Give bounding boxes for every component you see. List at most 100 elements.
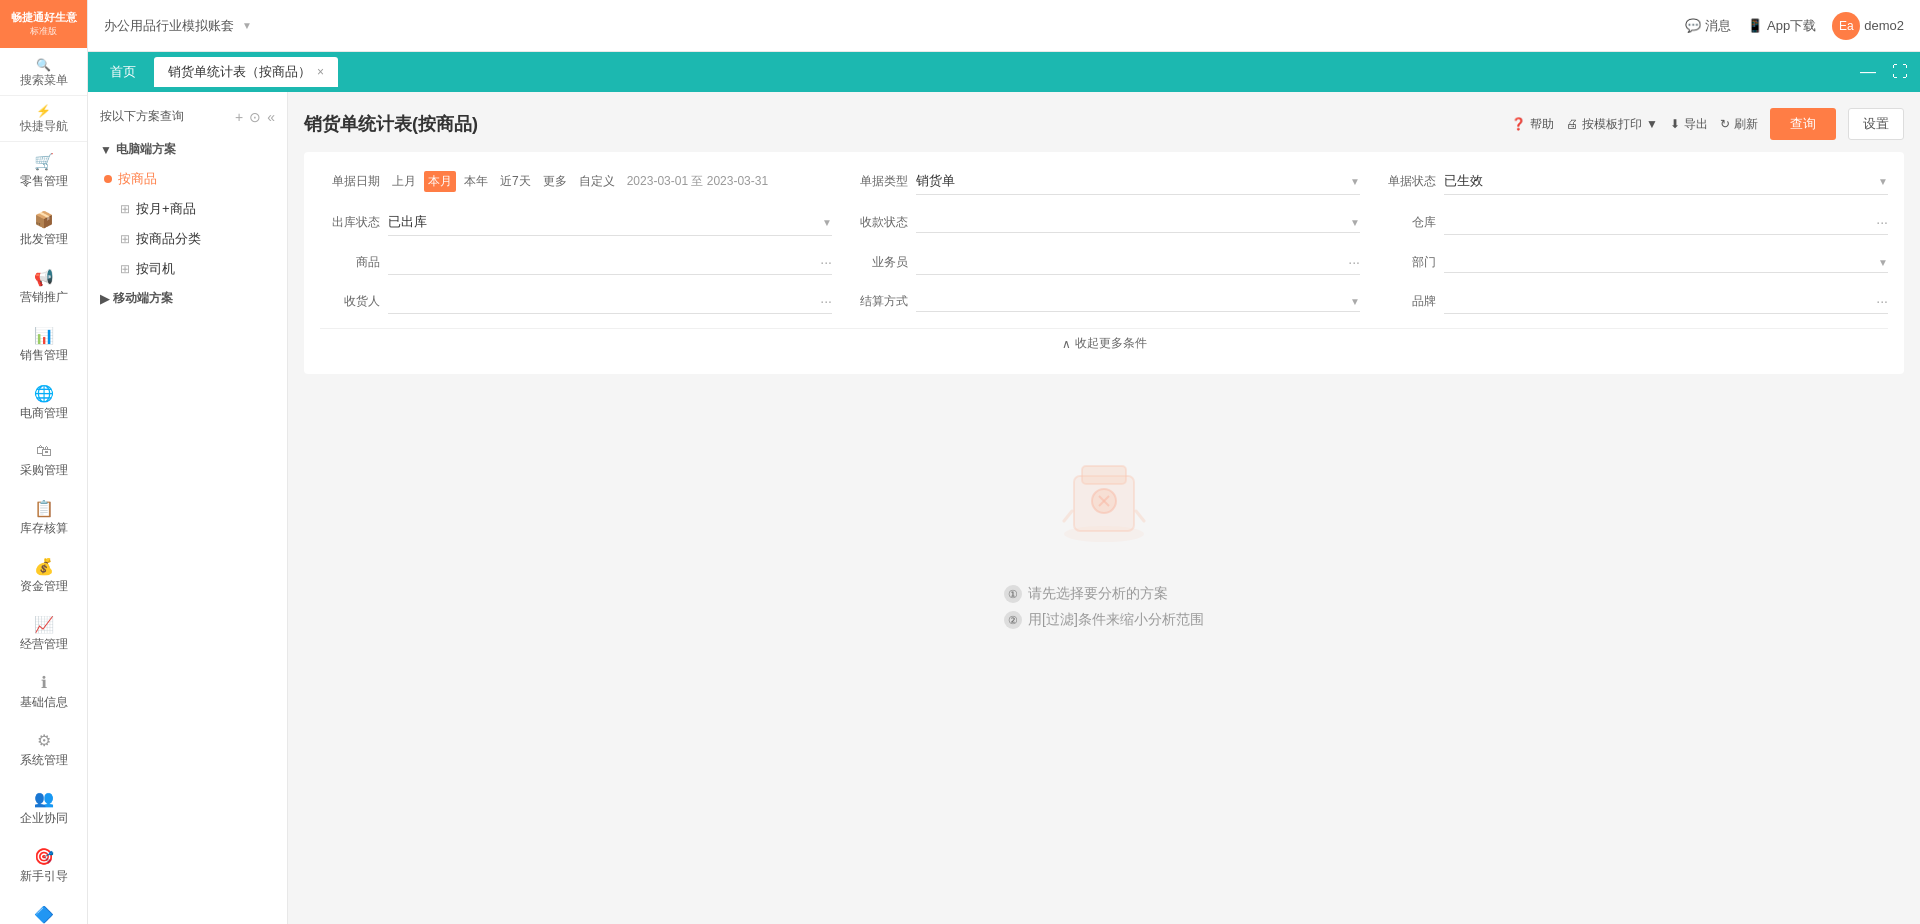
date-tab-this-month[interactable]: 本月 (424, 171, 456, 192)
payment-method-select[interactable]: ▼ (916, 292, 1360, 312)
sidebar-item-5[interactable]: 📊 销售管理 (20, 316, 68, 374)
collapse-btn[interactable]: ∧ 收起更多条件 (1062, 335, 1147, 352)
date-tab-custom[interactable]: 自定义 (575, 171, 619, 192)
tip-text-2: 用[过滤]条件来缩小分析范围 (1028, 611, 1204, 629)
query-btn[interactable]: 查询 (1770, 108, 1836, 140)
dept-label: 部门 (1376, 254, 1436, 271)
logo-text: 畅捷通好生意 (11, 10, 77, 25)
dept-select[interactable]: ▼ (1444, 253, 1888, 273)
date-tab-last-month[interactable]: 上月 (388, 171, 420, 192)
dept-arrow: ▼ (1878, 257, 1888, 268)
sidebar-item-10[interactable]: 📈 经营管理 (20, 605, 68, 663)
filter-row-1: 单据日期 上月 本月 本年 近7天 更多 自定义 2023-03-01 至 20… (320, 168, 1888, 195)
tab-maximize-btn[interactable]: ⛶ (1888, 61, 1912, 83)
menu-label-13: 企业协同 (20, 810, 68, 827)
scheme-item-goods[interactable]: 按商品 (88, 164, 287, 194)
doc-type-select[interactable]: 销货单 ▼ (916, 168, 1360, 195)
list-icon: ⊞ (120, 232, 130, 246)
warehouse-select[interactable]: ··· (1444, 210, 1888, 235)
menu-label-3: 批发管理 (20, 231, 68, 248)
refresh-btn[interactable]: ↻ 刷新 (1720, 116, 1758, 133)
app-title: 办公用品行业模拟账套 (104, 17, 234, 35)
sidebar-item-8[interactable]: 📋 库存核算 (20, 489, 68, 547)
receiver-select[interactable]: ··· (388, 289, 832, 314)
menu-label-10: 经营管理 (20, 636, 68, 653)
help-btn[interactable]: ❓ 帮助 (1511, 116, 1554, 133)
brand-dots[interactable]: ··· (1876, 293, 1888, 309)
goods-label: 商品 (320, 254, 380, 271)
sidebar-item-3[interactable]: 📦 批发管理 (20, 200, 68, 258)
tab-minimize-btn[interactable]: — (1856, 61, 1880, 83)
tab-active[interactable]: 销货单统计表（按商品） × (154, 57, 338, 87)
staff-dots[interactable]: ··· (1348, 254, 1360, 270)
settings-btn[interactable]: 设置 (1848, 108, 1904, 140)
warehouse-dots[interactable]: ··· (1876, 214, 1888, 230)
menu-icon-6: 🌐 (34, 384, 54, 403)
left-panel: 按以下方案查询 + ⊙ « ▼ 电脑端方案 按商品 ⊞ 按月+商品 ⊞ (88, 92, 288, 924)
menu-label-9: 资金管理 (20, 578, 68, 595)
sidebar-item-14[interactable]: 🎯 新手引导 (20, 837, 68, 895)
sidebar-item-4[interactable]: 📢 营销推广 (20, 258, 68, 316)
staff-select[interactable]: ··· (916, 250, 1360, 275)
date-tab-7days[interactable]: 近7天 (496, 171, 535, 192)
date-tab-more[interactable]: 更多 (539, 171, 571, 192)
brand-select[interactable]: ··· (1444, 289, 1888, 314)
sidebar-items: 🛒 零售管理 📦 批发管理 📢 营销推广 📊 销售管理 🌐 电商管理 🛍 采购管… (20, 142, 68, 924)
sidebar-item-13[interactable]: 👥 企业协同 (20, 779, 68, 837)
message-label: 消息 (1705, 17, 1731, 35)
sidebar-item-7[interactable]: 🛍 采购管理 (20, 432, 68, 489)
tab-home[interactable]: 首页 (96, 57, 150, 87)
avatar: Ea (1832, 12, 1860, 40)
filter-dept-field: 部门 ▼ (1376, 253, 1888, 273)
sidebar-item-search[interactable]: 🔍 搜索菜单 (0, 48, 87, 96)
sidebar-item-12[interactable]: ⚙ 系统管理 (20, 721, 68, 779)
sidebar-item-11[interactable]: ℹ 基础信息 (20, 663, 68, 721)
goods-dots[interactable]: ··· (820, 254, 832, 270)
receiver-dots[interactable]: ··· (820, 293, 832, 309)
main-area: 办公用品行业模拟账套 ▼ 💬 消息 📱 App下载 Ea demo2 首页 (88, 0, 1920, 924)
doc-type-label: 单据类型 (848, 173, 908, 190)
tabbar: 首页 销货单统计表（按商品） × — ⛶ (88, 52, 1920, 92)
scheme-item-driver[interactable]: ⊞ 按司机 (88, 254, 287, 284)
goods-select[interactable]: ··· (388, 250, 832, 275)
print-btn[interactable]: 🖨 按模板打印 ▼ (1566, 116, 1658, 133)
left-panel-title: 按以下方案查询 (100, 108, 235, 125)
sidebar-item-quicknav[interactable]: ⚡ 快捷导航 (0, 96, 87, 142)
scheme-item-month-goods[interactable]: ⊞ 按月+商品 (88, 194, 287, 224)
doc-status-arrow: ▼ (1878, 176, 1888, 187)
sidebar-item-15[interactable]: 🔷 应用中心 (20, 895, 68, 924)
sidebar-item-9[interactable]: 💰 资金管理 (20, 547, 68, 605)
doc-status-select[interactable]: 已生效 ▼ (1444, 168, 1888, 195)
warehouse-label: 仓库 (1376, 214, 1436, 231)
out-status-label: 出库状态 (320, 214, 380, 231)
out-status-select[interactable]: 已出库 ▼ (388, 209, 832, 236)
date-tab-this-year[interactable]: 本年 (460, 171, 492, 192)
collapse-panel-btn[interactable]: « (267, 109, 275, 125)
tab-close-btn[interactable]: × (317, 65, 324, 79)
refresh-icon: ↻ (1720, 117, 1730, 131)
print-arrow: ▼ (1646, 117, 1658, 131)
page-title: 销货单统计表(按商品) (304, 112, 478, 136)
payment-status-select[interactable]: ▼ (916, 213, 1360, 233)
filter-brand-field: 品牌 ··· (1376, 289, 1888, 314)
message-btn[interactable]: 💬 消息 (1685, 17, 1731, 35)
sidebar-item-6[interactable]: 🌐 电商管理 (20, 374, 68, 432)
app-download-btn[interactable]: 📱 App下载 (1747, 17, 1816, 35)
section-mobile-label: 移动端方案 (113, 290, 173, 307)
sidebar-item-2[interactable]: 🛒 零售管理 (20, 142, 68, 200)
add-scheme-btn[interactable]: + (235, 109, 243, 125)
collapse-row: ∧ 收起更多条件 (320, 328, 1888, 358)
filter-doc-type-field: 单据类型 销货单 ▼ (848, 168, 1360, 195)
filter-panel: 单据日期 上月 本月 本年 近7天 更多 自定义 2023-03-01 至 20… (304, 152, 1904, 374)
settings-scheme-btn[interactable]: ⊙ (249, 109, 261, 125)
menu-label-6: 电商管理 (20, 405, 68, 422)
user-menu[interactable]: Ea demo2 (1832, 12, 1904, 40)
filter-doc-status-field: 单据状态 已生效 ▼ (1376, 168, 1888, 195)
section-mobile: ▶ 移动端方案 (88, 284, 287, 313)
export-btn[interactable]: ⬇ 导出 (1670, 116, 1708, 133)
refresh-label: 刷新 (1734, 116, 1758, 133)
app-title-dropdown[interactable]: ▼ (242, 20, 252, 31)
payment-status-label: 收款状态 (848, 214, 908, 231)
export-icon: ⬇ (1670, 117, 1680, 131)
scheme-item-category[interactable]: ⊞ 按商品分类 (88, 224, 287, 254)
